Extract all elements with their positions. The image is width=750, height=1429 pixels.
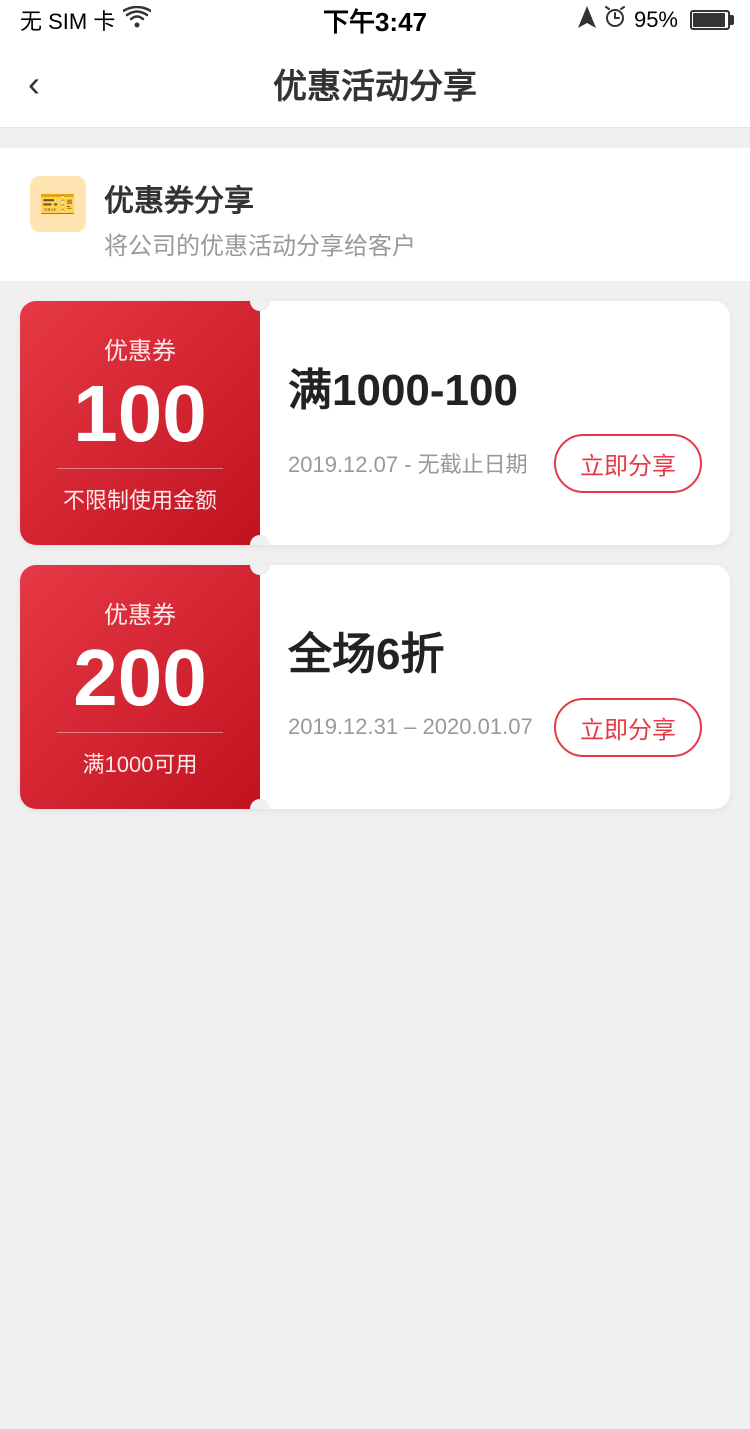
coupon-card-1: 优惠券 100 不限制使用金额 满1000-100 2019.12.07 - 无… [20, 301, 730, 545]
coupon-condition-1: 不限制使用金额 [63, 483, 217, 515]
coupon-label-1: 优惠券 [104, 331, 176, 366]
nav-bar: ‹ 优惠活动分享 [0, 40, 750, 128]
coupon-left-2: 优惠券 200 满1000可用 [20, 565, 260, 809]
section-icon: 🎫 [30, 176, 86, 232]
page-title: 优惠活动分享 [273, 59, 477, 108]
alarm-icon [604, 6, 626, 34]
coupon-amount-2: 200 [73, 638, 206, 718]
coupon-card-2: 优惠券 200 满1000可用 全场6折 2019.12.31 – 2020.0… [20, 565, 730, 809]
coupon-right-2: 全场6折 2019.12.31 – 2020.01.07 立即分享 [260, 565, 730, 809]
section-title: 优惠券分享 [104, 176, 416, 220]
coupon-date-1: 2019.12.07 - 无截止日期 [288, 447, 528, 479]
coupon-date-2: 2019.12.31 – 2020.01.07 [288, 714, 533, 740]
wifi-icon [123, 6, 151, 34]
section-subtitle: 将公司的优惠活动分享给客户 [104, 226, 416, 261]
section-header: 🎫 优惠券分享 将公司的优惠活动分享给客户 [0, 148, 750, 281]
status-right: 95% [578, 6, 730, 34]
coupon-divider-line-1 [57, 468, 223, 469]
share-button-1[interactable]: 立即分享 [554, 434, 702, 493]
coupon-left-1: 优惠券 100 不限制使用金额 [20, 301, 260, 545]
battery-icon [690, 10, 730, 30]
status-time: 下午3:47 [323, 2, 427, 39]
coupon-title-2: 全场6折 [288, 618, 702, 682]
carrier-text: 无 SIM 卡 [20, 4, 115, 36]
empty-space [0, 829, 750, 1429]
status-left: 无 SIM 卡 [20, 4, 151, 36]
battery-percent: 95% [634, 7, 678, 33]
section-text: 优惠券分享 将公司的优惠活动分享给客户 [104, 176, 416, 261]
coupon-right-1: 满1000-100 2019.12.07 - 无截止日期 立即分享 [260, 301, 730, 545]
coupon-label-2: 优惠券 [104, 595, 176, 630]
coupon-list: 优惠券 100 不限制使用金额 满1000-100 2019.12.07 - 无… [0, 281, 750, 829]
back-button[interactable]: ‹ [28, 63, 40, 105]
location-icon [578, 6, 596, 34]
coupon-meta-2: 2019.12.31 – 2020.01.07 立即分享 [288, 698, 702, 757]
coupon-title-1: 满1000-100 [288, 354, 702, 418]
coupon-meta-1: 2019.12.07 - 无截止日期 立即分享 [288, 434, 702, 493]
coupon-condition-2: 满1000可用 [83, 747, 198, 779]
coupon-divider-line-2 [57, 732, 223, 733]
status-bar: 无 SIM 卡 下午3:47 95 [0, 0, 750, 40]
coupon-amount-1: 100 [73, 374, 206, 454]
share-button-2[interactable]: 立即分享 [554, 698, 702, 757]
